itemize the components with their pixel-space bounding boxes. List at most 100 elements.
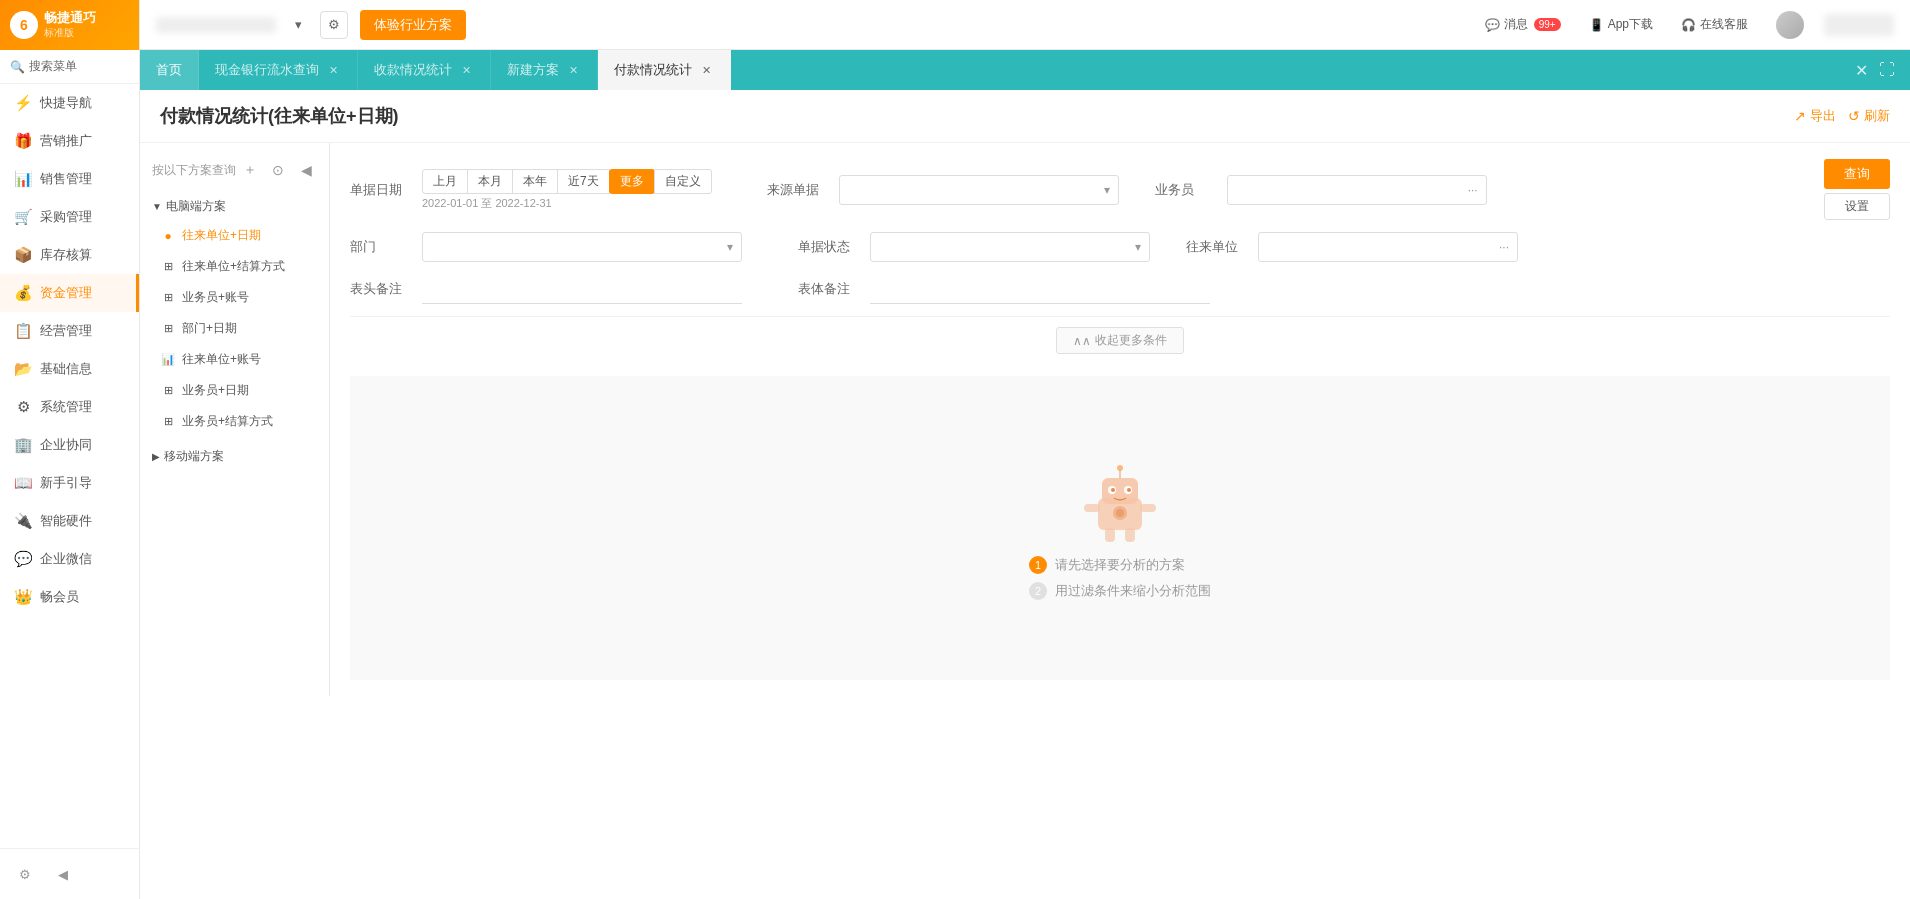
staff-ellipsis-icon: ··· xyxy=(1468,183,1478,197)
topbar: ▾ ⚙ 体验行业方案 💬 消息 99+ 📱 App下载 🎧 在线客服 xyxy=(140,0,1910,50)
doc-status-dropdown-icon: ▾ xyxy=(1135,240,1141,254)
empty-tip-1: 1 请先选择要分析的方案 xyxy=(1029,556,1211,574)
export-button[interactable]: ↗ 导出 xyxy=(1794,107,1836,125)
sales-icon: 📊 xyxy=(14,170,32,188)
marketing-icon: 🎁 xyxy=(14,132,32,150)
sidebar-item-finance[interactable]: 💰 资金管理 xyxy=(0,274,139,312)
notifications-button[interactable]: 💬 消息 99+ xyxy=(1485,16,1561,33)
tab-payments-close[interactable]: ✕ xyxy=(698,62,714,78)
date-more-button[interactable]: 更多 xyxy=(609,169,655,194)
breadcrumb-dropdown-button[interactable]: ▾ xyxy=(288,15,308,35)
scheme-item-staff-account[interactable]: ⊞ 业务员+账号 xyxy=(140,282,329,313)
tab-payments[interactable]: 付款情况统计 ✕ xyxy=(598,50,731,90)
source-doc-select[interactable]: ▾ xyxy=(839,175,1119,205)
sidebar-item-marketing[interactable]: 🎁 营销推广 xyxy=(0,122,139,160)
svg-rect-10 xyxy=(1105,528,1115,542)
scheme-item-counterpart-account[interactable]: 📊 往来单位+账号 xyxy=(140,344,329,375)
inventory-icon: 📦 xyxy=(14,246,32,264)
page-header: 付款情况统计(往来单位+日期) ↗ 导出 ↺ 刷新 xyxy=(140,90,1910,143)
user-avatar[interactable] xyxy=(1776,11,1804,39)
tab-receipts[interactable]: 收款情况统计 ✕ xyxy=(358,50,491,90)
sidebar-item-management[interactable]: 📋 经营管理 xyxy=(0,312,139,350)
add-scheme-button[interactable]: ＋ xyxy=(239,159,261,181)
scheme-settings-button[interactable]: ⊙ xyxy=(267,159,289,181)
username-display[interactable] xyxy=(1824,14,1894,36)
online-service-button[interactable]: 🎧 在线客服 xyxy=(1681,16,1748,33)
mobile-arrow-icon: ▶ xyxy=(152,451,160,462)
doc-status-select[interactable]: ▾ xyxy=(870,232,1150,262)
scheme-item-staff-date[interactable]: ⊞ 业务员+日期 xyxy=(140,375,329,406)
body-note-input[interactable] xyxy=(870,274,1210,304)
date-buttons: 上月 本月 本年 近7天 更多 自定义 xyxy=(422,169,711,194)
guide-icon: 📖 xyxy=(14,474,32,492)
date-custom-button[interactable]: 自定义 xyxy=(654,169,712,194)
tab-home[interactable]: 首页 xyxy=(140,50,199,90)
sidebar-item-system[interactable]: ⚙ 系统管理 xyxy=(0,388,139,426)
sidebar-item-basic[interactable]: 📂 基础信息 xyxy=(0,350,139,388)
refresh-button[interactable]: ↺ 刷新 xyxy=(1848,107,1890,125)
counterpart-select[interactable]: ··· xyxy=(1258,232,1518,262)
desktop-group-toggle[interactable]: ▼ 电脑端方案 xyxy=(140,193,329,220)
scheme-item-dept-date[interactable]: ⊞ 部门+日期 xyxy=(140,313,329,344)
dept-label: 部门 xyxy=(350,238,406,256)
tabs-bar: 首页 现金银行流水查询 ✕ 收款情况统计 ✕ 新建方案 ✕ 付款情况统计 ✕ ✕… xyxy=(140,50,1910,90)
sidebar-item-enterprise[interactable]: 🏢 企业协同 xyxy=(0,426,139,464)
tip-number-1: 1 xyxy=(1029,556,1047,574)
date-last-7-days-button[interactable]: 近7天 xyxy=(557,169,610,194)
filter-settings-button[interactable]: 设置 xyxy=(1824,193,1890,220)
sidebar-item-hardware[interactable]: 🔌 智能硬件 xyxy=(0,502,139,540)
trial-button[interactable]: 体验行业方案 xyxy=(360,10,466,40)
date-this-year-button[interactable]: 本年 xyxy=(512,169,558,194)
page-title: 付款情况统计(往来单位+日期) xyxy=(160,104,399,128)
topbar-settings-button[interactable]: ⚙ xyxy=(320,11,348,39)
collapse-panel-button[interactable]: ◀ xyxy=(295,159,317,181)
staff-select[interactable]: ··· xyxy=(1227,175,1487,205)
active-scheme-icon: ● xyxy=(160,228,176,244)
sidebar-item-sales[interactable]: 📊 销售管理 xyxy=(0,160,139,198)
sidebar-item-wechat[interactable]: 💬 企业微信 xyxy=(0,540,139,578)
tab-bank-close[interactable]: ✕ xyxy=(325,62,341,78)
notification-icon: 💬 xyxy=(1485,18,1500,32)
sidebar-item-quick-nav[interactable]: ⚡ 快捷导航 xyxy=(0,84,139,122)
scheme-item-staff-settle[interactable]: ⊞ 业务员+结算方式 xyxy=(140,406,329,437)
scheme-icon: ⊞ xyxy=(160,383,176,399)
date-last-month-button[interactable]: 上月 xyxy=(422,169,468,194)
sidebar-search[interactable]: 🔍 搜索菜单 xyxy=(0,50,139,84)
sidebar-item-purchase[interactable]: 🛒 采购管理 xyxy=(0,198,139,236)
tab-new-scheme-close[interactable]: ✕ xyxy=(565,62,581,78)
empty-tip-2: 2 用过滤条件来缩小分析范围 xyxy=(1029,582,1211,600)
scheme-item-counterpart-settle[interactable]: ⊞ 往来单位+结算方式 xyxy=(140,251,329,282)
tab-bank[interactable]: 现金银行流水查询 ✕ xyxy=(199,50,358,90)
scheme-item-counterpart-date[interactable]: ● 往来单位+日期 xyxy=(140,220,329,251)
hardware-icon: 🔌 xyxy=(14,512,32,530)
svg-point-4 xyxy=(1111,488,1115,492)
sidebar-item-inventory[interactable]: 📦 库存核算 xyxy=(0,236,139,274)
tab-new-scheme[interactable]: 新建方案 ✕ xyxy=(491,50,598,90)
sidebar-collapse-button[interactable]: ◀ xyxy=(48,859,78,889)
tab-receipts-close[interactable]: ✕ xyxy=(458,62,474,78)
header-note-input[interactable] xyxy=(422,274,742,304)
sidebar-logo: 6 畅捷通巧 标准版 xyxy=(0,0,139,50)
group-arrow-icon: ▼ xyxy=(152,201,162,212)
quick-nav-icon: ⚡ xyxy=(14,94,32,112)
basic-icon: 📂 xyxy=(14,360,32,378)
sidebar-item-member[interactable]: 👑 畅会员 xyxy=(0,578,139,616)
collapse-conditions-button[interactable]: ∧∧ 收起更多条件 xyxy=(1056,327,1184,354)
content-area: 付款情况统计(往来单位+日期) ↗ 导出 ↺ 刷新 按 xyxy=(140,90,1910,899)
date-this-month-button[interactable]: 本月 xyxy=(467,169,513,194)
app-download-button[interactable]: 📱 App下载 xyxy=(1589,16,1653,33)
sidebar-settings-button[interactable]: ⚙ xyxy=(10,859,40,889)
body-note-label: 表体备注 xyxy=(798,280,854,298)
left-panel: 按以下方案查询 ＋ ⊙ ◀ ▼ 电脑端方案 xyxy=(140,143,330,696)
svg-rect-11 xyxy=(1125,528,1135,542)
query-button[interactable]: 查询 xyxy=(1824,159,1890,189)
mobile-group-toggle[interactable]: ▶ 移动端方案 xyxy=(140,443,329,470)
sidebar-item-guide[interactable]: 📖 新手引导 xyxy=(0,464,139,502)
dept-select[interactable]: ▾ xyxy=(422,232,742,262)
maximize-button[interactable]: ⛶ xyxy=(1876,59,1898,81)
close-all-tabs-button[interactable]: ✕ xyxy=(1850,59,1872,81)
sidebar: 6 畅捷通巧 标准版 🔍 搜索菜单 ⚡ 快捷导航 🎁 营销推广 📊 销售管理 🛒… xyxy=(0,0,140,899)
notification-badge: 99+ xyxy=(1534,18,1561,31)
logo-text: 畅捷通巧 标准版 xyxy=(44,10,96,40)
scheme-icon: ⊞ xyxy=(160,290,176,306)
